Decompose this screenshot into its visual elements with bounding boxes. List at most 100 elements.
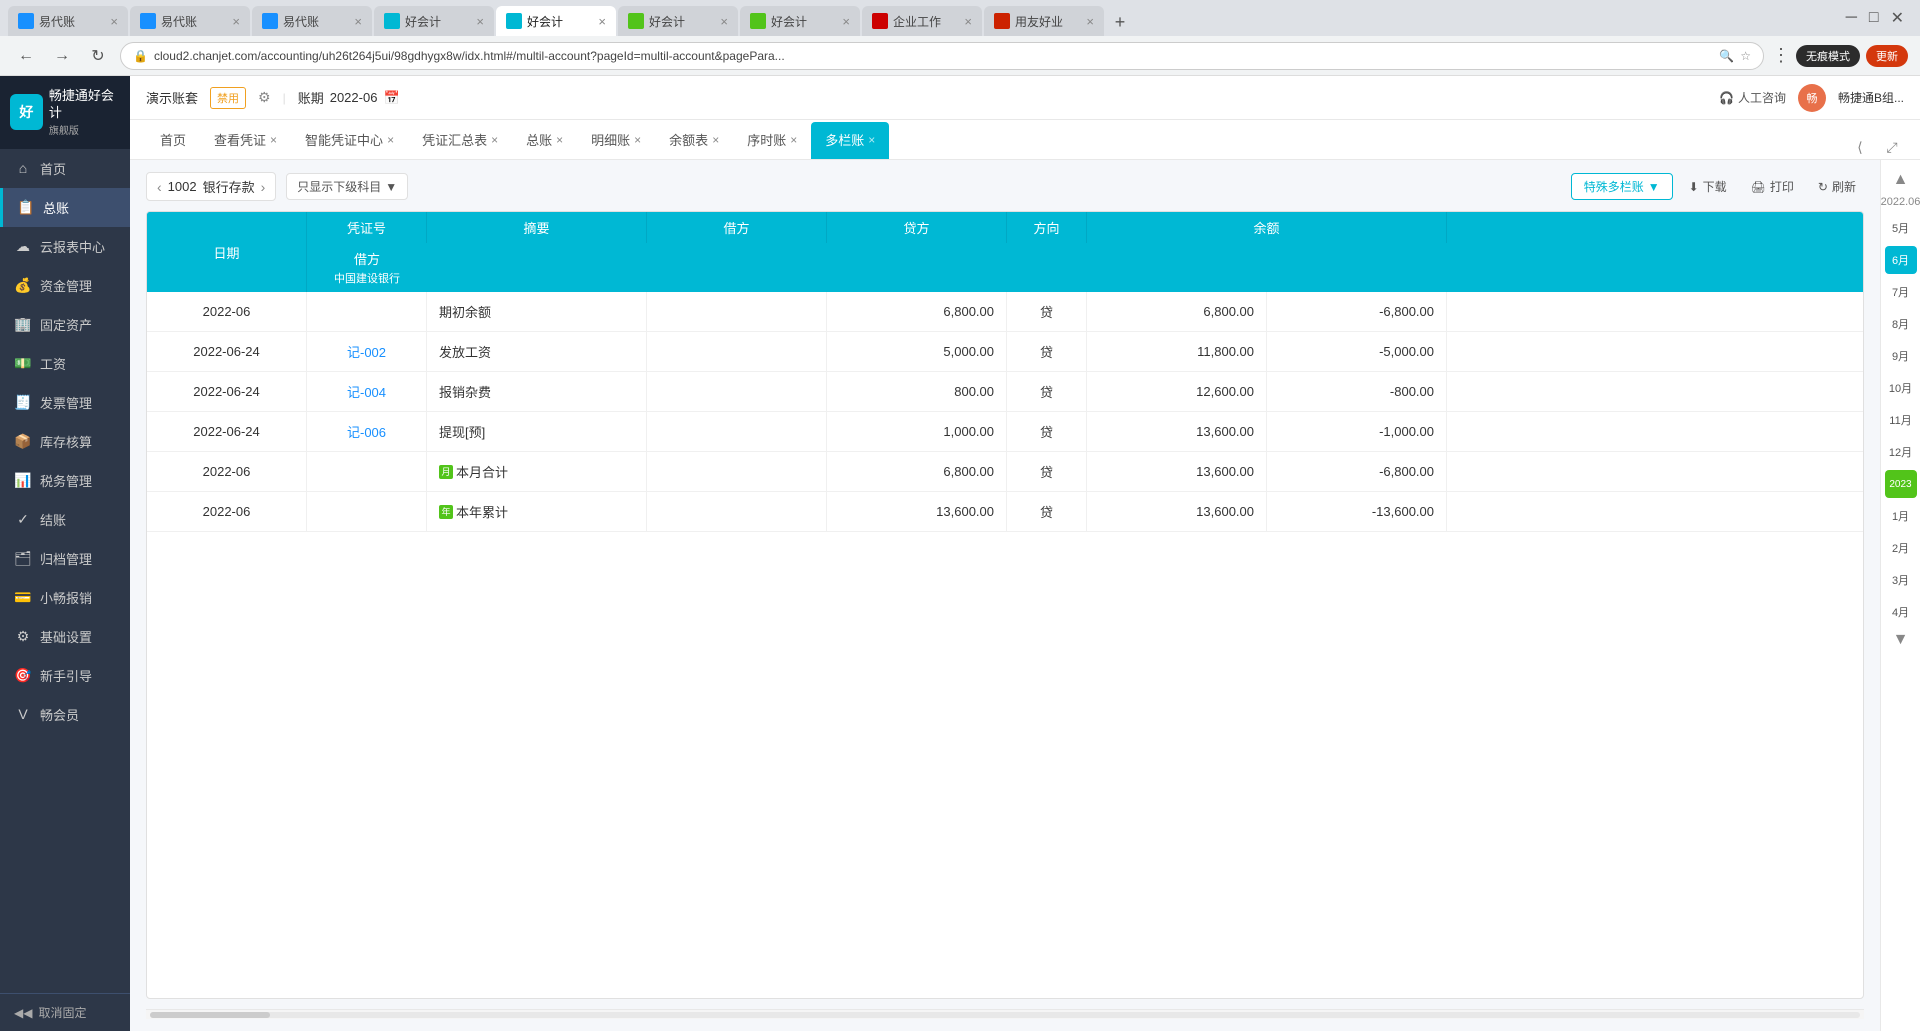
close-icon[interactable]: ✕ bbox=[1891, 8, 1904, 28]
update-button[interactable]: 更新 bbox=[1866, 45, 1908, 67]
prev-account-button[interactable]: ‹ bbox=[157, 179, 162, 195]
month-item-aug[interactable]: 8月 bbox=[1885, 310, 1917, 338]
td-balance-1: 11,800.00 bbox=[1087, 332, 1267, 371]
month-scroll-up[interactable]: ▲ bbox=[1890, 168, 1912, 192]
tab-sequential[interactable]: 序时账 × bbox=[733, 122, 811, 159]
browser-tab-8[interactable]: 企业工作 × bbox=[862, 6, 982, 36]
sidebar-item-home[interactable]: ⌂ 首页 bbox=[0, 149, 130, 188]
browser-tab-7[interactable]: 好会计 × bbox=[740, 6, 860, 36]
sidebar-item-member[interactable]: V 畅会员 bbox=[0, 695, 130, 734]
tab-smart-voucher-close[interactable]: × bbox=[387, 133, 394, 147]
sidebar-item-invoice[interactable]: 🧾 发票管理 bbox=[0, 383, 130, 422]
tab-voucher-summary[interactable]: 凭证汇总表 × bbox=[408, 122, 512, 159]
tab-general-ledger[interactable]: 总账 × bbox=[512, 122, 577, 159]
scrollbar-thumb[interactable] bbox=[150, 1012, 270, 1018]
sidebar-item-assets[interactable]: 🏢 固定资产 bbox=[0, 305, 130, 344]
tab-close-9[interactable]: × bbox=[1086, 14, 1094, 29]
tab-voucher-summary-close[interactable]: × bbox=[491, 133, 498, 147]
month-item-jan23[interactable]: 1月 bbox=[1885, 502, 1917, 530]
month-item-oct[interactable]: 10月 bbox=[1885, 374, 1917, 402]
tab-multi-column[interactable]: 多栏账 × bbox=[811, 122, 889, 159]
sidebar-item-settings[interactable]: ⚙ 基础设置 bbox=[0, 617, 130, 656]
extensions-icon[interactable]: ⋮ bbox=[1772, 45, 1790, 66]
special-ledger-button[interactable]: 特殊多栏账 ▼ bbox=[1571, 173, 1673, 200]
sidebar-pin-toggle[interactable]: ◀◀ 取消固定 bbox=[0, 993, 130, 1031]
tab-multi-column-close[interactable]: × bbox=[868, 133, 875, 147]
calendar-icon[interactable]: 📅 bbox=[383, 90, 399, 106]
tab-general-ledger-close[interactable]: × bbox=[556, 133, 563, 147]
minimize-icon[interactable]: ─ bbox=[1846, 9, 1857, 27]
next-account-button[interactable]: › bbox=[261, 179, 266, 195]
address-bar[interactable]: 🔒 cloud2.chanjet.com/accounting/uh26t264… bbox=[120, 42, 1764, 70]
voucher-link-3[interactable]: 记-006 bbox=[347, 422, 386, 441]
refresh-button[interactable]: ↻ 刷新 bbox=[1810, 174, 1864, 199]
sidebar-item-archive[interactable]: 🗂 归档管理 bbox=[0, 539, 130, 578]
sidebar-item-expense[interactable]: 💳 小畅报销 bbox=[0, 578, 130, 617]
tab-close-7[interactable]: × bbox=[842, 14, 850, 29]
sidebar-item-ledger[interactable]: 📋 总账 bbox=[0, 188, 130, 227]
tab-home[interactable]: 首页 bbox=[146, 122, 200, 159]
tab-close-1[interactable]: × bbox=[110, 14, 118, 29]
browser-tab-3[interactable]: 易代账 × bbox=[252, 6, 372, 36]
tab-close-6[interactable]: × bbox=[720, 14, 728, 29]
browser-tab-5[interactable]: 好会计 × bbox=[496, 6, 616, 36]
tab-balance-close[interactable]: × bbox=[712, 133, 719, 147]
search-icon[interactable]: 🔍 bbox=[1719, 49, 1734, 63]
horizontal-scrollbar[interactable] bbox=[146, 1009, 1864, 1019]
sidebar-item-tax[interactable]: 📊 税务管理 bbox=[0, 461, 130, 500]
maximize-icon[interactable]: □ bbox=[1869, 9, 1879, 27]
month-item-mar23[interactable]: 3月 bbox=[1885, 566, 1917, 594]
tab-detail-ledger-close[interactable]: × bbox=[634, 133, 641, 147]
td-balance-5: 13,600.00 bbox=[1087, 492, 1267, 531]
bookmark-icon[interactable]: ☆ bbox=[1740, 49, 1751, 63]
tab-detail-ledger[interactable]: 明细账 × bbox=[577, 122, 655, 159]
tab-close-8[interactable]: × bbox=[964, 14, 972, 29]
tab-voucher-view[interactable]: 查看凭证 × bbox=[200, 122, 291, 159]
sidebar-item-inventory[interactable]: 📦 库存核算 bbox=[0, 422, 130, 461]
browser-tab-6[interactable]: 好会计 × bbox=[618, 6, 738, 36]
sidebar-item-reports[interactable]: ☁ 云报表中心 bbox=[0, 227, 130, 266]
month-item-jul[interactable]: 7月 bbox=[1885, 278, 1917, 306]
browser-tab-4[interactable]: 好会计 × bbox=[374, 6, 494, 36]
tab-close-5[interactable]: × bbox=[598, 14, 606, 29]
print-button[interactable]: 🖨 打印 bbox=[1743, 174, 1802, 199]
tab-balance[interactable]: 余额表 × bbox=[655, 122, 733, 159]
month-item-dec[interactable]: 12月 bbox=[1885, 438, 1917, 466]
tab-sequential-close[interactable]: × bbox=[790, 133, 797, 147]
reload-button[interactable]: ↻ bbox=[84, 42, 112, 70]
sidebar-item-guide[interactable]: 🎯 新手引导 bbox=[0, 656, 130, 695]
download-button[interactable]: ⬇ 下载 bbox=[1681, 174, 1735, 199]
back-button[interactable]: ← bbox=[12, 42, 40, 70]
voucher-link-1[interactable]: 记-002 bbox=[347, 342, 386, 361]
tab-close-2[interactable]: × bbox=[232, 14, 240, 29]
tab-smart-voucher[interactable]: 智能凭证中心 × bbox=[291, 122, 408, 159]
filter-dropdown-icon: ▼ bbox=[385, 180, 397, 194]
sidebar-item-salary[interactable]: 💵 工资 bbox=[0, 344, 130, 383]
month-item-jun[interactable]: 6月 bbox=[1885, 246, 1917, 274]
no-trace-button[interactable]: 无痕模式 bbox=[1796, 45, 1860, 67]
month-item-may[interactable]: 5月 bbox=[1885, 214, 1917, 242]
tab-close-3[interactable]: × bbox=[354, 14, 362, 29]
voucher-link-2[interactable]: 记-004 bbox=[347, 382, 386, 401]
month-item-apr23[interactable]: 4月 bbox=[1885, 598, 1917, 626]
browser-tab-2[interactable]: 易代账 × bbox=[130, 6, 250, 36]
month-item-nov[interactable]: 11月 bbox=[1885, 406, 1917, 434]
month-item-feb23[interactable]: 2月 bbox=[1885, 534, 1917, 562]
td-extra-5: -13,600.00 bbox=[1267, 492, 1447, 531]
consult-button[interactable]: 🎧 人工咨询 bbox=[1719, 89, 1786, 106]
sidebar-item-close[interactable]: ✓ 结账 bbox=[0, 500, 130, 539]
month-item-sep[interactable]: 9月 bbox=[1885, 342, 1917, 370]
sidebar-item-funds[interactable]: 💰 资金管理 bbox=[0, 266, 130, 305]
new-tab-button[interactable]: + bbox=[1106, 8, 1134, 36]
settings-gear-icon[interactable]: ⚙ bbox=[258, 89, 271, 106]
month-scroll-down[interactable]: ▼ bbox=[1890, 628, 1912, 652]
tab-expand-icon[interactable]: ⤢ bbox=[1880, 135, 1904, 159]
browser-tab-1[interactable]: 易代账 × bbox=[8, 6, 128, 36]
tab-voucher-view-close[interactable]: × bbox=[270, 133, 277, 147]
tab-collapse-icon[interactable]: ⟨ bbox=[1848, 135, 1872, 159]
tab-close-4[interactable]: × bbox=[476, 14, 484, 29]
forward-button[interactable]: → bbox=[48, 42, 76, 70]
td-dir-2: 贷 bbox=[1007, 372, 1087, 411]
browser-tab-9[interactable]: 用友好业 × bbox=[984, 6, 1104, 36]
filter-button[interactable]: 只显示下级科目 ▼ bbox=[286, 173, 408, 200]
